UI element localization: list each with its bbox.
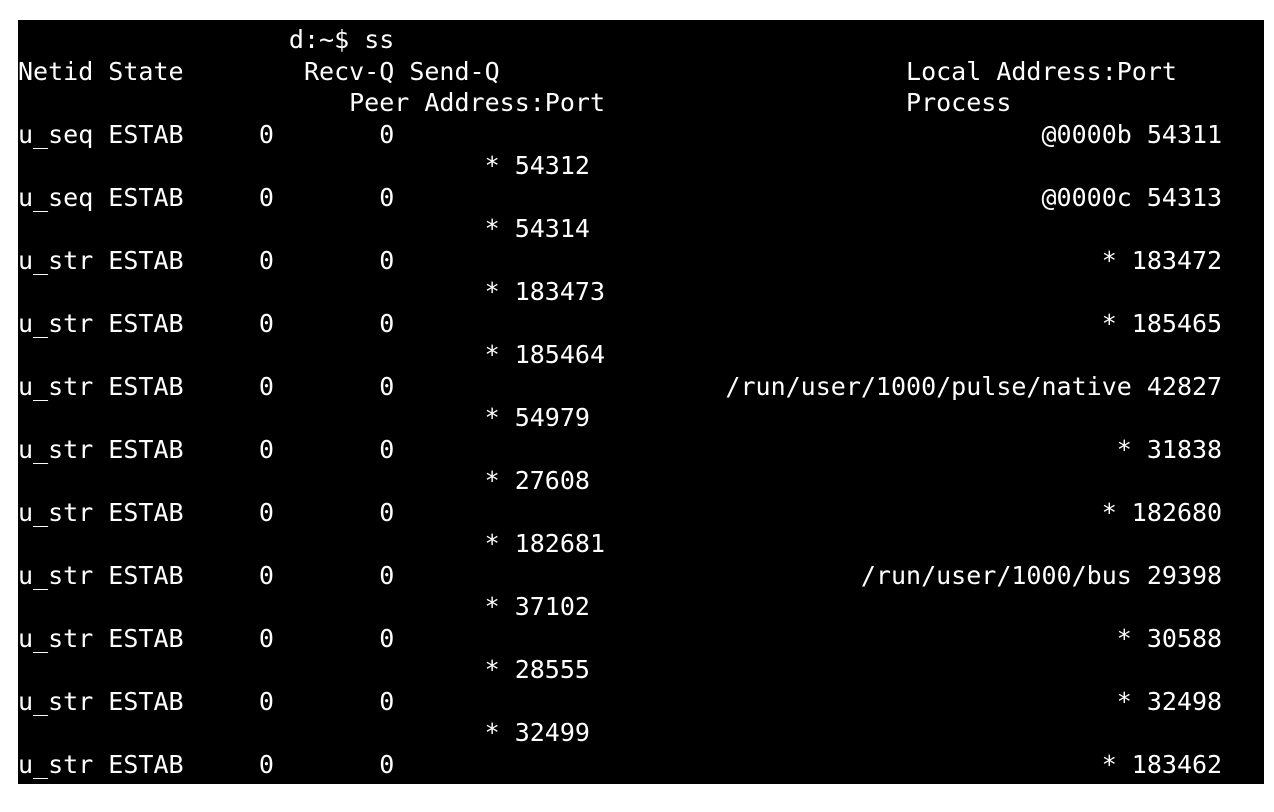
socket-row-line1: u_seq ESTAB 0 0 @0000c 54313 xyxy=(18,182,1264,214)
socket-row-line1: u_seq ESTAB 0 0 @0000b 54311 xyxy=(18,119,1264,151)
socket-row-line1: u_str ESTAB 0 0 * 185465 xyxy=(18,308,1264,340)
socket-row-line2: * 54979 xyxy=(18,402,1264,434)
prompt-command: ss xyxy=(364,25,394,54)
socket-row-line1: u_str ESTAB 0 0 * 182680 xyxy=(18,497,1264,529)
header-row-1: Netid State Recv-Q Send-Q Local Address:… xyxy=(18,56,1264,88)
socket-row-line2: * 28555 xyxy=(18,654,1264,686)
socket-row-line1: u_str ESTAB 0 0 /run/user/1000/bus 29398 xyxy=(18,560,1264,592)
socket-rows: u_seq ESTAB 0 0 @0000b 54311 * 54312u_se… xyxy=(18,119,1264,781)
socket-row-line2: * 54314 xyxy=(18,213,1264,245)
socket-row-line2: * 27608 xyxy=(18,465,1264,497)
prompt-line: d:~$ ss xyxy=(18,24,1264,56)
socket-row-line1: u_str ESTAB 0 0 * 31838 xyxy=(18,434,1264,466)
header-row-2: Peer Address:Port Process xyxy=(18,87,1264,119)
socket-row-line1: u_str ESTAB 0 0 /run/user/1000/pulse/nat… xyxy=(18,371,1264,403)
socket-row-line2: * 32499 xyxy=(18,717,1264,749)
prompt-prefix: d:~$ xyxy=(18,25,364,54)
socket-row-line1: u_str ESTAB 0 0 * 32498 xyxy=(18,686,1264,718)
socket-row-line1: u_str ESTAB 0 0 * 183462 xyxy=(18,749,1264,781)
socket-row-line2: * 182681 xyxy=(18,528,1264,560)
socket-row-line1: u_str ESTAB 0 0 * 30588 xyxy=(18,623,1264,655)
socket-row-line2: * 183473 xyxy=(18,276,1264,308)
socket-row-line2: * 185464 xyxy=(18,339,1264,371)
socket-row-line2: * 37102 xyxy=(18,591,1264,623)
socket-row-line2: * 54312 xyxy=(18,150,1264,182)
socket-row-line1: u_str ESTAB 0 0 * 183472 xyxy=(18,245,1264,277)
terminal-window[interactable]: d:~$ ss Netid State Recv-Q Send-Q Local … xyxy=(18,20,1264,784)
